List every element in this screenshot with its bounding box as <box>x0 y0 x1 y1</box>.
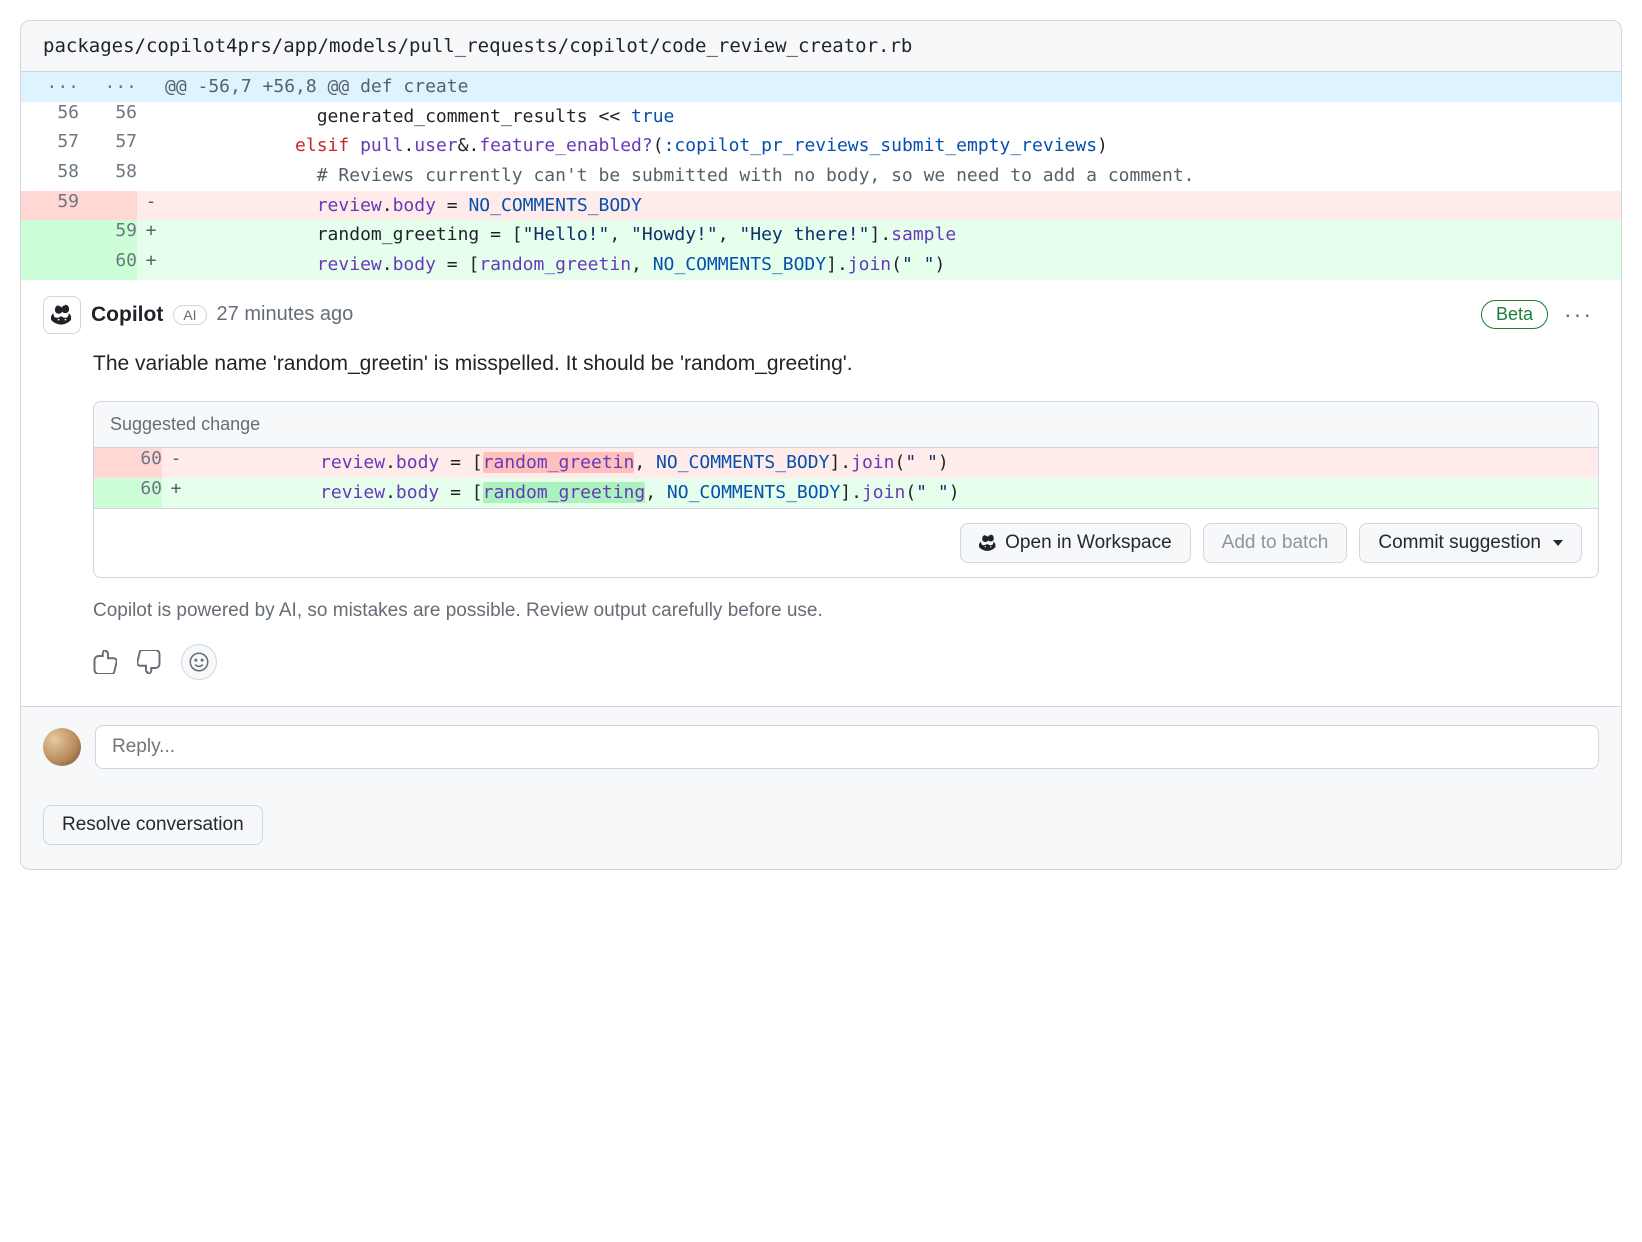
ai-badge: AI <box>173 305 206 325</box>
code-line: review.body = [random_greetin, NO_COMMEN… <box>190 448 1598 478</box>
button-label: Resolve conversation <box>62 814 244 836</box>
resolve-conversation-button[interactable]: Resolve conversation <box>43 805 263 845</box>
new-lineno[interactable]: 57 <box>79 131 137 161</box>
add-reaction-button[interactable] <box>181 644 217 680</box>
old-lineno[interactable]: 58 <box>21 161 79 191</box>
comment-author[interactable]: Copilot <box>91 303 163 327</box>
old-lineno[interactable]: 57 <box>21 131 79 161</box>
new-lineno[interactable]: 58 <box>79 161 137 191</box>
commit-suggestion-button[interactable]: Commit suggestion <box>1359 523 1582 563</box>
old-lineno[interactable] <box>21 250 79 280</box>
code-line: elsif pull.user&.feature_enabled?(:copil… <box>165 131 1621 161</box>
highlighted-token: random_greetin <box>483 452 635 473</box>
comment-header: Copilot AI 27 minutes ago Beta ··· <box>43 296 1599 334</box>
lineno: 60 <box>94 478 162 508</box>
open-workspace-button[interactable]: Open in Workspace <box>960 523 1191 563</box>
suggestion-actions: Open in Workspace Add to batch Commit su… <box>94 508 1598 577</box>
reply-row <box>21 706 1621 787</box>
diff-line: 57 57 elsif pull.user&.feature_enabled?(… <box>21 131 1621 161</box>
footer-row: Resolve conversation <box>21 787 1621 869</box>
code-line: # Reviews currently can't be submitted w… <box>165 161 1621 191</box>
old-lineno[interactable]: 56 <box>21 102 79 132</box>
suggested-change: Suggested change 60 - review.body = [ran… <box>93 401 1599 577</box>
code-line: review.body = [random_greetin, NO_COMMEN… <box>165 250 1621 280</box>
highlighted-token: random_greeting <box>483 482 646 503</box>
token-keyword: elsif <box>295 135 349 156</box>
code-line: random_greeting = ["Hello!", "Howdy!", "… <box>165 220 1621 250</box>
suggestion-diff: 60 - review.body = [random_greetin, NO_C… <box>94 448 1598 507</box>
token-id: user <box>414 135 457 156</box>
review-comment: Copilot AI 27 minutes ago Beta ··· The v… <box>21 280 1621 706</box>
diff-line-deletion: 59 - review.body = NO_COMMENTS_BODY <box>21 191 1621 221</box>
reply-input[interactable] <box>95 725 1599 769</box>
suggestion-header: Suggested change <box>94 402 1598 448</box>
hunk-header: @@ -56,7 +56,8 @@ def create <box>165 72 1621 102</box>
copilot-avatar[interactable] <box>43 296 81 334</box>
diff-line-deletion: 60 - review.body = [random_greetin, NO_C… <box>94 448 1598 478</box>
comment-body: The variable name 'random_greetin' is mi… <box>93 348 1599 380</box>
user-avatar[interactable] <box>43 728 81 766</box>
button-label: Add to batch <box>1222 532 1329 554</box>
old-lineno[interactable] <box>21 220 79 250</box>
lineno: 60 <box>94 448 162 478</box>
caret-down-icon <box>1553 540 1563 546</box>
new-lineno[interactable]: 59 <box>79 220 137 250</box>
button-label: Commit suggestion <box>1378 532 1541 554</box>
add-to-batch-button[interactable]: Add to batch <box>1203 523 1348 563</box>
smiley-icon <box>189 652 209 672</box>
review-panel: packages/copilot4prs/app/models/pull_req… <box>20 20 1622 870</box>
code-line: generated_comment_results << true <box>165 102 1621 132</box>
new-lineno[interactable]: 60 <box>79 250 137 280</box>
token-id: pull <box>360 135 403 156</box>
button-label: Open in Workspace <box>1005 532 1172 554</box>
ai-disclaimer: Copilot is powered by AI, so mistakes ar… <box>93 600 1599 622</box>
file-path[interactable]: packages/copilot4prs/app/models/pull_req… <box>21 21 1621 72</box>
token-id: feature_enabled? <box>479 135 652 156</box>
diff-line-addition: 60 + review.body = [random_greeting, NO_… <box>94 478 1598 508</box>
new-lineno[interactable]: 56 <box>79 102 137 132</box>
expand-down[interactable]: ... <box>79 72 137 102</box>
diff-line: 56 56 generated_comment_results << true <box>21 102 1621 132</box>
token-comment: # Reviews currently can't be submitted w… <box>317 165 1195 186</box>
token-literal: true <box>631 106 674 127</box>
thumbs-down-icon[interactable] <box>137 650 161 674</box>
diff-line-addition: 59 + random_greeting = ["Hello!", "Howdy… <box>21 220 1621 250</box>
old-lineno[interactable]: 59 <box>21 191 79 221</box>
reaction-bar <box>93 644 1599 680</box>
diff-line: 58 58 # Reviews currently can't be submi… <box>21 161 1621 191</box>
token-symbol: :copilot_pr_reviews_submit_empty_reviews <box>664 135 1097 156</box>
beta-badge: Beta <box>1481 300 1548 329</box>
thumbs-up-icon[interactable] <box>93 650 117 674</box>
diff-table: ... ... @@ -56,7 +56,8 @@ def create 56 … <box>21 72 1621 280</box>
new-lineno[interactable] <box>79 191 137 221</box>
token: generated_comment_results <box>317 106 588 127</box>
comment-timestamp[interactable]: 27 minutes ago <box>217 303 354 326</box>
code-line: review.body = NO_COMMENTS_BODY <box>165 191 1621 221</box>
diff-line-addition: 60 + review.body = [random_greetin, NO_C… <box>21 250 1621 280</box>
kebab-menu-icon[interactable]: ··· <box>1558 301 1599 328</box>
expand-up[interactable]: ... <box>21 72 79 102</box>
code-line: review.body = [random_greeting, NO_COMME… <box>190 478 1598 508</box>
copilot-icon <box>51 304 73 326</box>
copilot-icon <box>979 534 997 552</box>
hunk-header-row: ... ... @@ -56,7 +56,8 @@ def create <box>21 72 1621 102</box>
